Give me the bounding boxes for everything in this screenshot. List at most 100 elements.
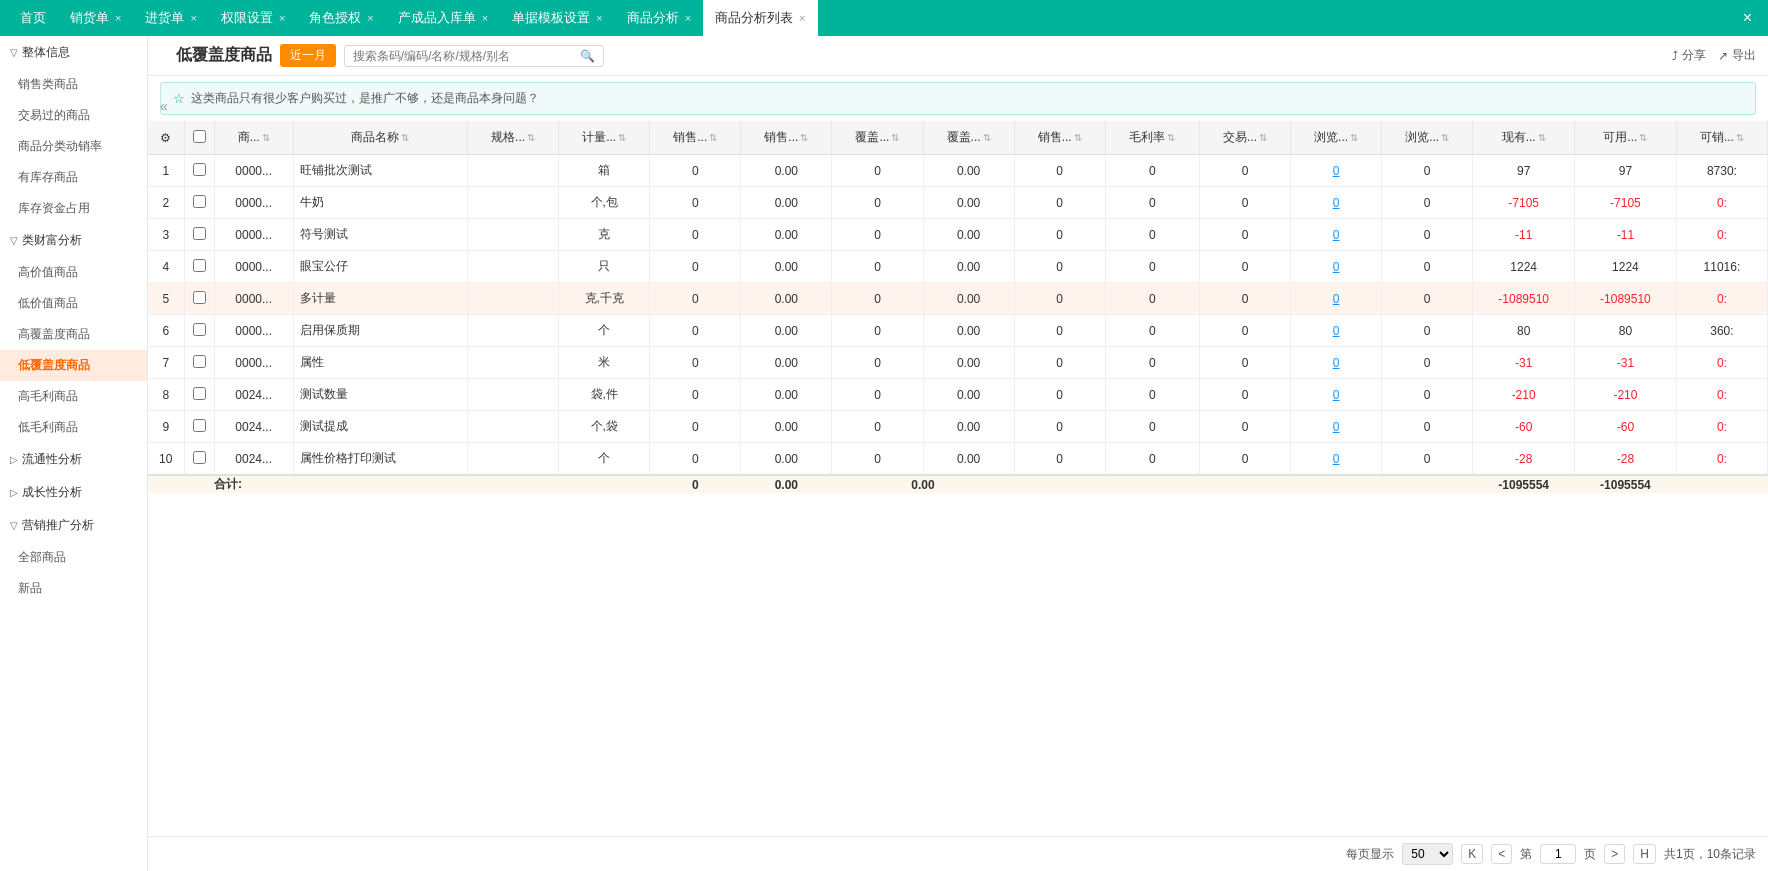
row-checkbox[interactable] (184, 251, 214, 283)
sidebar-item-sales-goods[interactable]: 销售类商品 (0, 69, 147, 100)
first-page-button[interactable]: K (1461, 844, 1483, 864)
nav-permission[interactable]: 权限设置 × (209, 0, 297, 36)
sidebar-item-low-coverage[interactable]: 低覆盖度商品 (0, 350, 147, 381)
row-browse1[interactable]: 0 (1291, 315, 1382, 347)
row-browse1[interactable]: 0 (1291, 251, 1382, 283)
window-close-button[interactable]: × (1735, 9, 1760, 27)
row-browse1[interactable]: 0 (1291, 347, 1382, 379)
col-name[interactable]: 商品名称⇅ (293, 121, 467, 155)
col-sales-qty[interactable]: 销售...⇅ (650, 121, 741, 155)
nav-role[interactable]: 角色授权 × (297, 0, 385, 36)
sidebar-section-overall[interactable]: ▽ 整体信息 (0, 36, 147, 69)
row-trade: 0 (1199, 219, 1290, 251)
sidebar-item-category-rate[interactable]: 商品分类动销率 (0, 131, 147, 162)
col-cover1[interactable]: 覆盖...⇅ (832, 121, 923, 155)
page-number-input[interactable] (1540, 844, 1576, 864)
row-spec (468, 155, 559, 187)
row-saleable: 0: (1676, 411, 1767, 443)
col-available[interactable]: 可用...⇅ (1575, 121, 1677, 155)
row-checkbox[interactable] (184, 155, 214, 187)
row-unit: 只 (559, 251, 650, 283)
row-checkbox[interactable] (184, 379, 214, 411)
row-checkbox[interactable] (184, 219, 214, 251)
col-saleable[interactable]: 可销...⇅ (1676, 121, 1767, 155)
sidebar-item-stock-goods[interactable]: 有库存商品 (0, 162, 147, 193)
row-browse1[interactable]: 0 (1291, 283, 1382, 315)
row-checkbox[interactable] (184, 347, 214, 379)
nav-product-analysis-list[interactable]: 商品分析列表 × (703, 0, 817, 36)
col-cover2[interactable]: 覆盖...⇅ (923, 121, 1014, 155)
row-checkbox[interactable] (184, 443, 214, 476)
col-settings[interactable]: ⚙ (148, 121, 184, 155)
nav-close-product-inbound[interactable]: × (482, 0, 488, 36)
row-browse1[interactable]: 0 (1291, 443, 1382, 476)
col-sales2[interactable]: 销售...⇅ (1014, 121, 1105, 155)
row-sales2: 0 (1014, 347, 1105, 379)
row-browse1[interactable]: 0 (1291, 219, 1382, 251)
nav-product-inbound[interactable]: 产成品入库单 × (386, 0, 500, 36)
row-checkbox[interactable] (184, 283, 214, 315)
col-browse1[interactable]: 浏览...⇅ (1291, 121, 1382, 155)
row-browse2: 0 (1382, 155, 1473, 187)
nav-close-template[interactable]: × (596, 0, 602, 36)
per-page-select[interactable]: 50 10 20 100 (1402, 843, 1453, 865)
row-browse1[interactable]: 0 (1291, 411, 1382, 443)
col-trade[interactable]: 交易...⇅ (1199, 121, 1290, 155)
sidebar-section-marketing[interactable]: ▽ 营销推广分析 (0, 509, 147, 542)
row-checkbox[interactable] (184, 411, 214, 443)
sidebar-item-low-gross[interactable]: 低毛利商品 (0, 412, 147, 443)
nav-close-product-analysis[interactable]: × (685, 0, 691, 36)
sidebar-item-traded-goods[interactable]: 交易过的商品 (0, 100, 147, 131)
next-page-button[interactable]: > (1604, 844, 1625, 864)
nav-product-analysis[interactable]: 商品分析 × (615, 0, 703, 36)
sidebar-item-low-value[interactable]: 低价值商品 (0, 288, 147, 319)
row-cover2: 0.00 (923, 315, 1014, 347)
sidebar-item-high-coverage[interactable]: 高覆盖度商品 (0, 319, 147, 350)
sidebar-item-high-gross[interactable]: 高毛利商品 (0, 381, 147, 412)
sidebar-item-stock-capital[interactable]: 库存资金占用 (0, 193, 147, 224)
sidebar-section-growth[interactable]: ▷ 成长性分析 (0, 476, 147, 509)
nav-close-role[interactable]: × (367, 0, 373, 36)
col-sales-amt[interactable]: 销售...⇅ (741, 121, 832, 155)
row-sales2: 0 (1014, 219, 1105, 251)
nav-close-analysis-list[interactable]: × (799, 0, 805, 36)
row-checkbox[interactable] (184, 187, 214, 219)
share-button[interactable]: ⤴ 分享 (1672, 47, 1706, 64)
time-filter-button[interactable]: 近一月 (280, 44, 336, 67)
sidebar-item-new-goods[interactable]: 新品 (0, 573, 147, 604)
nav-close-permission[interactable]: × (279, 0, 285, 36)
col-current[interactable]: 现有...⇅ (1473, 121, 1575, 155)
nav-close-purchase[interactable]: × (190, 0, 196, 36)
nav-template-settings[interactable]: 单据模板设置 × (500, 0, 614, 36)
col-unit[interactable]: 计量...⇅ (559, 121, 650, 155)
nav-home[interactable]: 首页 (8, 0, 58, 36)
nav-purchase[interactable]: 进货单 × (133, 0, 208, 36)
col-code[interactable]: 商...⇅ (214, 121, 293, 155)
sidebar-section-circulation[interactable]: ▷ 流通性分析 (0, 443, 147, 476)
row-browse1[interactable]: 0 (1291, 187, 1382, 219)
sidebar-item-all-goods[interactable]: 全部商品 (0, 542, 147, 573)
row-trade: 0 (1199, 251, 1290, 283)
col-spec[interactable]: 规格...⇅ (468, 121, 559, 155)
row-checkbox[interactable] (184, 315, 214, 347)
sidebar-item-high-value[interactable]: 高价值商品 (0, 257, 147, 288)
page-suffix-label: 页 (1584, 846, 1596, 863)
col-browse2[interactable]: 浏览...⇅ (1382, 121, 1473, 155)
sidebar-collapse-button[interactable]: « (160, 98, 168, 114)
col-gross[interactable]: 毛利率⇅ (1105, 121, 1199, 155)
nav-sales-order[interactable]: 销货单 × (58, 0, 133, 36)
export-button[interactable]: ↗ 导出 (1718, 47, 1756, 64)
nav-close-sales[interactable]: × (115, 0, 121, 36)
select-all-checkbox[interactable] (193, 130, 206, 143)
content-area: « 低覆盖度商品 近一月 🔍 ⤴ 分享 ↗ 导出 ☆ 这类商品只有很少客户购 (148, 36, 1768, 871)
search-input[interactable] (353, 49, 576, 63)
row-browse1[interactable]: 0 (1291, 379, 1382, 411)
last-page-button[interactable]: H (1633, 844, 1656, 864)
prev-page-button[interactable]: < (1491, 844, 1512, 864)
row-browse2: 0 (1382, 283, 1473, 315)
row-browse1[interactable]: 0 (1291, 155, 1382, 187)
search-icon[interactable]: 🔍 (580, 49, 595, 63)
sidebar-section-wealth[interactable]: ▽ 类财富分析 (0, 224, 147, 257)
col-checkbox[interactable] (184, 121, 214, 155)
row-gross: 0 (1105, 283, 1199, 315)
